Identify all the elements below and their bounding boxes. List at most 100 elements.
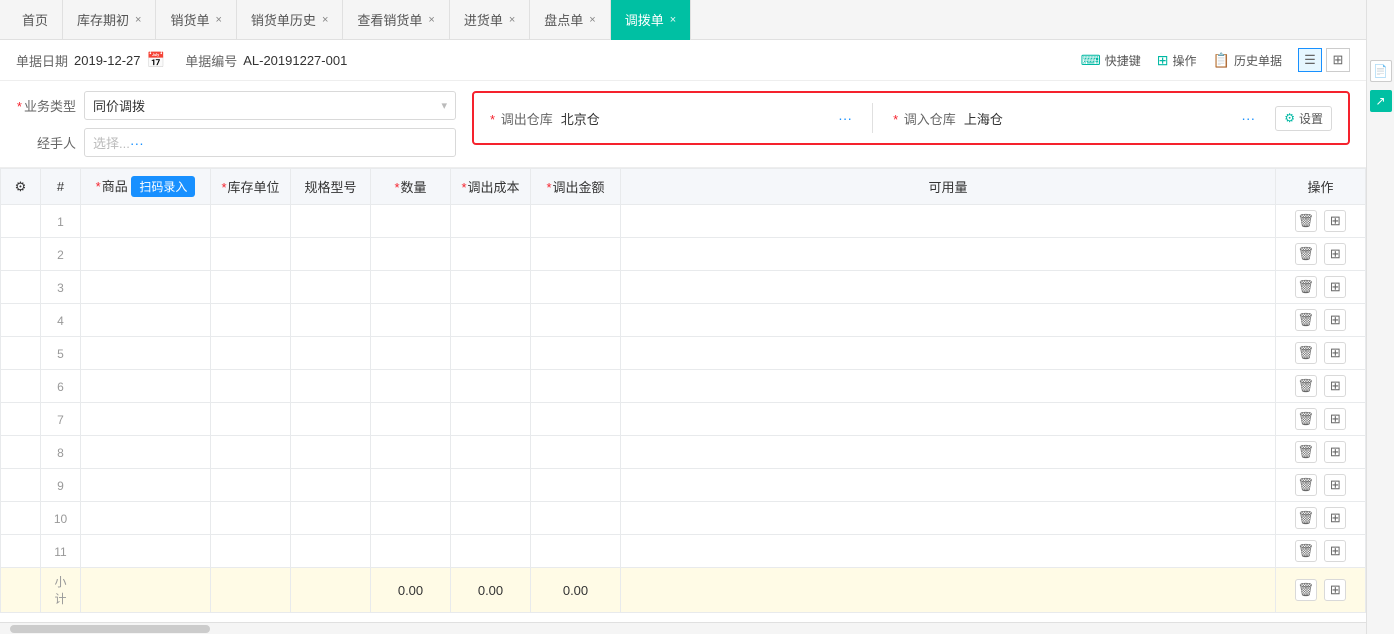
tab-sales-history[interactable]: 销货单历史 × — [237, 0, 343, 40]
copy-row-button-7[interactable]: ⊞ — [1324, 441, 1346, 463]
cell-spec-4[interactable] — [291, 337, 371, 370]
cell-qty-7[interactable] — [371, 436, 451, 469]
tab-transfer-order-close[interactable]: × — [670, 14, 676, 26]
cell-product-2[interactable] — [81, 271, 211, 304]
tab-purchase-order-close[interactable]: × — [509, 14, 515, 26]
tab-inventory-init-close[interactable]: × — [135, 14, 141, 26]
cell-amount-6[interactable] — [531, 403, 621, 436]
cell-product-9[interactable] — [81, 502, 211, 535]
cell-unit-3[interactable] — [211, 304, 291, 337]
copy-row-button-10[interactable]: ⊞ — [1324, 540, 1346, 562]
delete-row-button-6[interactable]: 🗑 — [1295, 408, 1317, 430]
bottom-scrollbar[interactable] — [0, 622, 1366, 634]
tab-sales-history-close[interactable]: × — [322, 14, 328, 26]
cell-product-7[interactable] — [81, 436, 211, 469]
cell-qty-3[interactable] — [371, 304, 451, 337]
cell-unit-7[interactable] — [211, 436, 291, 469]
cell-spec-7[interactable] — [291, 436, 371, 469]
cell-spec-9[interactable] — [291, 502, 371, 535]
cell-spec-3[interactable] — [291, 304, 371, 337]
tab-view-sales-close[interactable]: × — [428, 14, 434, 26]
tab-purchase-order[interactable]: 进货单 × — [450, 0, 530, 40]
cell-unit-2[interactable] — [211, 271, 291, 304]
handler-more-icon[interactable]: ··· — [130, 135, 144, 151]
cell-cost-3[interactable] — [451, 304, 531, 337]
cell-spec-2[interactable] — [291, 271, 371, 304]
cell-qty-2[interactable] — [371, 271, 451, 304]
delete-row-button-5[interactable]: 🗑 — [1295, 375, 1317, 397]
tab-home[interactable]: 首页 — [8, 0, 63, 40]
cell-product-8[interactable] — [81, 469, 211, 502]
cell-cost-5[interactable] — [451, 370, 531, 403]
tab-view-sales[interactable]: 查看销货单 × — [343, 0, 449, 40]
scan-input-button[interactable]: 扫码录入 — [131, 176, 195, 197]
cell-qty-5[interactable] — [371, 370, 451, 403]
cell-amount-9[interactable] — [531, 502, 621, 535]
cell-product-6[interactable] — [81, 403, 211, 436]
cell-amount-8[interactable] — [531, 469, 621, 502]
warehouse-out-more-icon[interactable]: ··· — [838, 110, 852, 126]
right-panel-link-button[interactable]: ↗ — [1370, 90, 1392, 112]
warehouse-in-more-icon[interactable]: ··· — [1241, 110, 1255, 126]
cell-qty-9[interactable] — [371, 502, 451, 535]
grid-list-button[interactable]: ☰ — [1298, 48, 1322, 72]
cell-unit-0[interactable] — [211, 205, 291, 238]
copy-row-button-2[interactable]: ⊞ — [1324, 276, 1346, 298]
delete-row-button-2[interactable]: 🗑 — [1295, 276, 1317, 298]
copy-row-button-6[interactable]: ⊞ — [1324, 408, 1346, 430]
cell-cost-8[interactable] — [451, 469, 531, 502]
operations-button[interactable]: ⊞ 操作 — [1157, 52, 1197, 69]
delete-row-button-1[interactable]: 🗑 — [1295, 243, 1317, 265]
cell-unit-8[interactable] — [211, 469, 291, 502]
cell-cost-6[interactable] — [451, 403, 531, 436]
cell-qty-0[interactable] — [371, 205, 451, 238]
grid-tile-button[interactable]: ⊞ — [1326, 48, 1350, 72]
tab-inventory-check-close[interactable]: × — [589, 14, 595, 26]
cell-product-3[interactable] — [81, 304, 211, 337]
cell-product-4[interactable] — [81, 337, 211, 370]
tab-inventory-check[interactable]: 盘点单 × — [530, 0, 610, 40]
delete-row-button-9[interactable]: 🗑 — [1295, 507, 1317, 529]
cell-qty-1[interactable] — [371, 238, 451, 271]
cell-unit-6[interactable] — [211, 403, 291, 436]
cell-spec-6[interactable] — [291, 403, 371, 436]
cell-qty-10[interactable] — [371, 535, 451, 568]
cell-amount-2[interactable] — [531, 271, 621, 304]
subtotal-delete-button[interactable]: 🗑 — [1295, 579, 1317, 601]
copy-row-button-8[interactable]: ⊞ — [1324, 474, 1346, 496]
cell-spec-10[interactable] — [291, 535, 371, 568]
cell-amount-0[interactable] — [531, 205, 621, 238]
delete-row-button-0[interactable]: 🗑 — [1295, 210, 1317, 232]
cell-amount-5[interactable] — [531, 370, 621, 403]
delete-row-button-7[interactable]: 🗑 — [1295, 441, 1317, 463]
subtotal-copy-button[interactable]: ⊞ — [1324, 579, 1346, 601]
copy-row-button-3[interactable]: ⊞ — [1324, 309, 1346, 331]
cell-amount-10[interactable] — [531, 535, 621, 568]
cell-product-0[interactable] — [81, 205, 211, 238]
cell-cost-7[interactable] — [451, 436, 531, 469]
business-type-select[interactable]: 同价调拨 ▾ — [84, 91, 456, 120]
cell-spec-5[interactable] — [291, 370, 371, 403]
cell-unit-9[interactable] — [211, 502, 291, 535]
calendar-icon[interactable]: 📅 — [147, 51, 166, 69]
delete-row-button-4[interactable]: 🗑 — [1295, 342, 1317, 364]
cell-spec-8[interactable] — [291, 469, 371, 502]
delete-row-button-3[interactable]: 🗑 — [1295, 309, 1317, 331]
cell-cost-4[interactable] — [451, 337, 531, 370]
delete-row-button-8[interactable]: 🗑 — [1295, 474, 1317, 496]
copy-row-button-9[interactable]: ⊞ — [1324, 507, 1346, 529]
cell-unit-5[interactable] — [211, 370, 291, 403]
delete-row-button-10[interactable]: 🗑 — [1295, 540, 1317, 562]
right-panel-doc-button[interactable]: 📄 — [1370, 60, 1392, 82]
cell-product-10[interactable] — [81, 535, 211, 568]
cell-amount-4[interactable] — [531, 337, 621, 370]
cell-amount-7[interactable] — [531, 436, 621, 469]
tab-transfer-order[interactable]: 调拨单 × — [611, 0, 691, 40]
cell-product-1[interactable] — [81, 238, 211, 271]
history-button[interactable]: 📋 历史单据 — [1213, 52, 1282, 69]
cell-cost-10[interactable] — [451, 535, 531, 568]
cell-spec-0[interactable] — [291, 205, 371, 238]
copy-row-button-0[interactable]: ⊞ — [1324, 210, 1346, 232]
cell-unit-10[interactable] — [211, 535, 291, 568]
cell-spec-1[interactable] — [291, 238, 371, 271]
